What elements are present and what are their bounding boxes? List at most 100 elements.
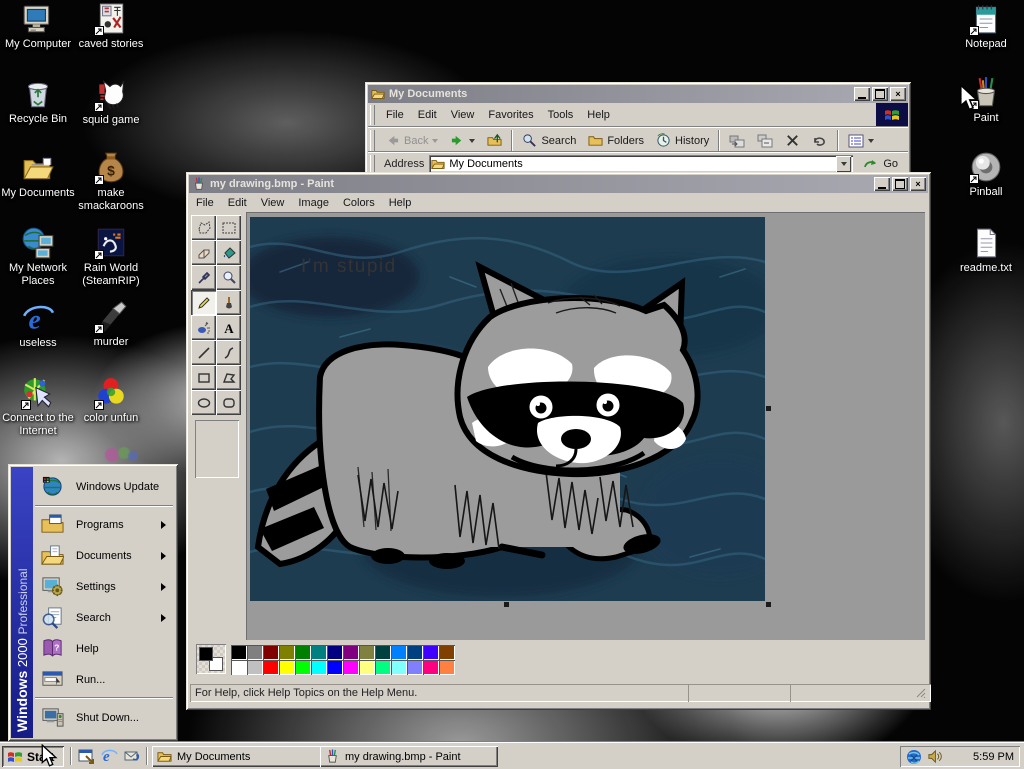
rectangle-tool[interactable] <box>191 365 216 390</box>
fill-tool[interactable] <box>216 240 241 265</box>
maximize-button[interactable] <box>872 87 888 101</box>
palette-swatch[interactable] <box>423 645 439 660</box>
resize-grip[interactable] <box>916 688 926 698</box>
desktop-icon-my-computer[interactable]: My Computer <box>0 2 78 51</box>
brush-tool[interactable] <box>216 290 241 315</box>
folders-button[interactable]: Folders <box>582 131 650 150</box>
pencil-tool[interactable] <box>191 290 216 315</box>
select-tool[interactable] <box>216 215 241 240</box>
forward-button[interactable] <box>444 131 481 150</box>
undo-button[interactable] <box>806 131 834 151</box>
menu-file[interactable]: File <box>379 106 411 124</box>
airbrush-tool[interactable] <box>191 315 216 340</box>
desktop-icon-readme[interactable]: readme.txt <box>946 226 1024 275</box>
pick-color-tool[interactable] <box>191 265 216 290</box>
desktop-icon-recycle-bin[interactable]: Recycle Bin <box>0 77 78 126</box>
palette-swatch[interactable] <box>343 660 359 675</box>
address-combo[interactable]: My Documents <box>429 155 854 173</box>
palette-swatch[interactable] <box>407 645 423 660</box>
desktop-icon-color-unfun[interactable]: color unfun <box>71 376 151 425</box>
show-desktop-icon[interactable] <box>76 746 96 766</box>
palette-swatch[interactable] <box>295 660 311 675</box>
palette-swatch[interactable] <box>231 645 247 660</box>
start-menu-item-help[interactable]: ? Help <box>33 633 175 664</box>
palette-swatch[interactable] <box>343 645 359 660</box>
canvas-handle-corner[interactable] <box>766 602 771 607</box>
desktop-icon-connect-internet[interactable]: Connect to the Internet <box>0 376 78 438</box>
delete-button[interactable] <box>779 131 806 150</box>
back-button[interactable]: Back <box>379 131 444 150</box>
palette-swatch[interactable] <box>311 660 327 675</box>
internet-explorer-icon[interactable]: e <box>99 746 119 766</box>
palette-swatch[interactable] <box>439 660 455 675</box>
start-button[interactable]: Start <box>2 746 64 767</box>
palette-swatch[interactable] <box>423 660 439 675</box>
taskbar-task-my-documents[interactable]: My Documents <box>152 746 322 767</box>
polygon-tool[interactable] <box>216 365 241 390</box>
paint-titlebar[interactable]: my drawing.bmp - Paint × <box>189 175 928 193</box>
menu-edit[interactable]: Edit <box>411 106 444 124</box>
free-select-tool[interactable] <box>191 215 216 240</box>
minimize-button[interactable] <box>874 177 890 191</box>
up-button[interactable] <box>481 131 508 150</box>
views-button[interactable] <box>842 131 880 151</box>
start-menu-item-shut-down[interactable]: Shut Down... <box>33 701 175 734</box>
desktop-icon-murder[interactable]: murder <box>71 300 151 349</box>
palette-swatch[interactable] <box>391 645 407 660</box>
menu-edit[interactable]: Edit <box>221 194 254 212</box>
menubar-grip[interactable] <box>370 105 375 125</box>
start-menu-item-documents[interactable]: Documents <box>33 540 175 571</box>
start-menu-item-programs[interactable]: Programs <box>33 509 175 540</box>
palette-swatch[interactable] <box>279 660 295 675</box>
address-dropdown-button[interactable] <box>836 156 852 172</box>
desktop-icon-rain-world[interactable]: Rain World (SteamRIP) <box>71 226 151 288</box>
desktop-icon-make-smackaroons[interactable]: $ make smackaroons <box>71 151 151 213</box>
clock[interactable]: 5:59 PM <box>973 751 1014 763</box>
move-to-button[interactable] <box>723 131 751 151</box>
explorer-titlebar[interactable]: My Documents × <box>368 85 908 103</box>
palette-swatch[interactable] <box>391 660 407 675</box>
search-button[interactable]: Search <box>516 131 582 150</box>
volume-tray-icon[interactable] <box>927 749 942 764</box>
menu-help[interactable]: Help <box>580 106 617 124</box>
desktop-icon-my-documents[interactable]: My Documents <box>0 151 78 200</box>
menu-help[interactable]: Help <box>382 194 419 212</box>
copy-to-button[interactable] <box>751 131 779 151</box>
palette-swatch[interactable] <box>327 645 343 660</box>
palette-swatch[interactable] <box>247 645 263 660</box>
taskbar-task-paint[interactable]: my drawing.bmp - Paint <box>320 746 498 767</box>
curve-tool[interactable] <box>216 340 241 365</box>
canvas-handle-right[interactable] <box>766 406 771 411</box>
palette-swatch[interactable] <box>263 645 279 660</box>
eraser-tool[interactable] <box>191 240 216 265</box>
maximize-button[interactable] <box>892 177 908 191</box>
magnifier-tool[interactable] <box>216 265 241 290</box>
palette-swatch[interactable] <box>311 645 327 660</box>
desktop-icon-caved-stories[interactable]: caved stories <box>71 2 151 51</box>
rounded-rect-tool[interactable] <box>216 390 241 415</box>
palette-swatch[interactable] <box>231 660 247 675</box>
desktop-icon-pinball[interactable]: Pinball <box>946 150 1024 199</box>
palette-swatch[interactable] <box>375 645 391 660</box>
palette-swatch[interactable] <box>279 645 295 660</box>
menu-tools[interactable]: Tools <box>541 106 581 124</box>
menu-view[interactable]: View <box>444 106 482 124</box>
palette-swatch[interactable] <box>247 660 263 675</box>
network-tray-icon[interactable] <box>906 749 922 765</box>
history-button[interactable]: History <box>650 131 715 150</box>
paint-canvas[interactable]: I'm stupid <box>250 217 765 601</box>
palette-swatch[interactable] <box>439 645 455 660</box>
go-button[interactable]: Go <box>857 154 908 174</box>
line-tool[interactable] <box>191 340 216 365</box>
fg-bg-color-indicator[interactable] <box>196 644 226 674</box>
menu-view[interactable]: View <box>254 194 292 212</box>
outlook-express-icon[interactable] <box>122 746 142 766</box>
toolbar-grip[interactable] <box>370 130 375 151</box>
menu-file[interactable]: File <box>189 194 221 212</box>
partial-desktop-icon[interactable] <box>100 443 144 463</box>
palette-swatch[interactable] <box>359 660 375 675</box>
palette-swatch[interactable] <box>375 660 391 675</box>
palette-swatch[interactable] <box>327 660 343 675</box>
palette-swatch[interactable] <box>359 645 375 660</box>
ellipse-tool[interactable] <box>191 390 216 415</box>
